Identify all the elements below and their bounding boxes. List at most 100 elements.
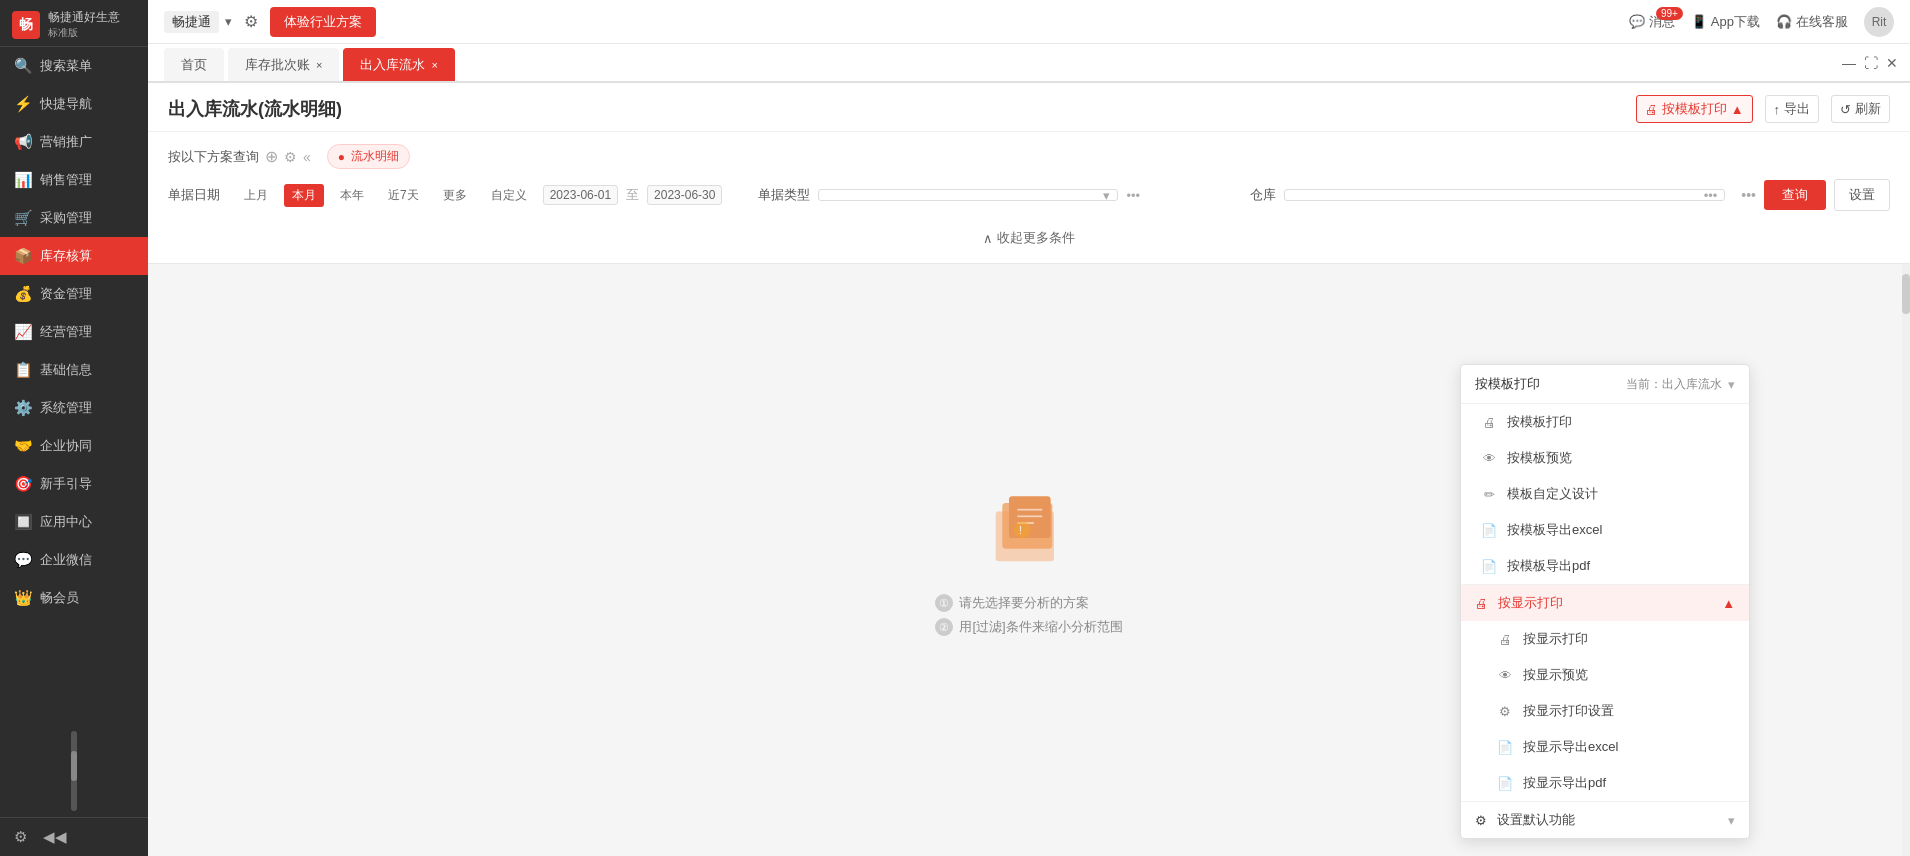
message-icon: 💬: [1629, 14, 1645, 29]
date-btn-this-year[interactable]: 本年: [332, 184, 372, 207]
display-print-header[interactable]: 🖨 按显示打印 ▲: [1461, 585, 1749, 621]
query-settings-area: ••• 查询 设置: [1741, 179, 1890, 211]
dropdown-item-label: 按模板打印: [1507, 413, 1572, 431]
dropdown-template-export-pdf[interactable]: 📄 按模板导出pdf: [1461, 548, 1749, 584]
date-btn-this-month[interactable]: 本月: [284, 184, 324, 207]
sidebar-item-apps[interactable]: 🔲 应用中心: [0, 503, 148, 541]
right-scrollbar[interactable]: [1902, 264, 1910, 856]
sidebar-logo-info: 畅捷通好生意 标准版: [48, 10, 120, 40]
dropdown-header-arrow[interactable]: ▾: [1728, 377, 1735, 392]
query-button[interactable]: 查询: [1764, 180, 1826, 210]
sidebar-item-partner[interactable]: 🤝 企业协同: [0, 427, 148, 465]
date-btn-custom[interactable]: 自定义: [483, 184, 535, 207]
print-dropdown-arrow[interactable]: ▲: [1731, 102, 1744, 117]
dropdown-display-export-excel[interactable]: 📄 按显示导出excel: [1461, 729, 1749, 765]
sidebar-item-finance[interactable]: 💰 资金管理: [0, 275, 148, 313]
collapse-button[interactable]: ∧ 收起更多条件: [168, 225, 1890, 251]
voucher-type-more-icon[interactable]: •••: [1126, 188, 1140, 203]
sidebar-item-label: 营销推广: [40, 133, 92, 151]
tab-expand-icon[interactable]: ⛶: [1864, 55, 1878, 71]
chat-icon: 💬: [14, 551, 32, 569]
tab-minimize-icon[interactable]: —: [1842, 55, 1856, 71]
sidebar-item-member[interactable]: 👑 畅会员: [0, 579, 148, 617]
user-dropdown-arrow[interactable]: ▾: [225, 14, 232, 29]
export-button[interactable]: ↑ 导出: [1765, 95, 1820, 123]
collapse-sidebar-icon[interactable]: ◀◀: [43, 828, 67, 846]
tab-inout-flow-close[interactable]: ×: [431, 59, 437, 71]
date-btn-last-month[interactable]: 上月: [236, 184, 276, 207]
topbar: 畅捷通 ▾ ⚙ 体验行业方案 💬 消息 99+ 📱 App下载 🎧 在线客服 R…: [148, 0, 1910, 44]
sidebar-item-search[interactable]: 🔍 搜索菜单: [0, 47, 148, 85]
date-from-input[interactable]: 2023-06-01: [543, 185, 618, 205]
warehouse-arrow: •••: [1704, 188, 1718, 203]
display-pdf-icon: 📄: [1497, 775, 1513, 791]
sidebar-item-wechat[interactable]: 💬 企业微信: [0, 541, 148, 579]
date-btn-7days[interactable]: 近7天: [380, 184, 427, 207]
username-display[interactable]: 畅捷通: [164, 11, 219, 33]
sidebar-item-purchase[interactable]: 🛒 采购管理: [0, 199, 148, 237]
dropdown-template-export-excel[interactable]: 📄 按模板导出excel: [1461, 512, 1749, 548]
trial-button[interactable]: 体验行业方案: [270, 7, 376, 37]
voucher-type-label: 单据类型: [758, 186, 810, 204]
empty-step-1: ① 请先选择要分析的方案: [935, 594, 1122, 612]
filter-settings-icon[interactable]: ⚙: [284, 149, 297, 165]
search-icon: 🔍: [14, 57, 32, 75]
sidebar-item-guide[interactable]: 🎯 新手引导: [0, 465, 148, 503]
collapse-arrow-icon: ∧: [983, 231, 993, 246]
footer-content: ⚙ 设置默认功能: [1475, 811, 1575, 829]
date-to-input[interactable]: 2023-06-30: [647, 185, 722, 205]
warehouse-select[interactable]: [1284, 189, 1725, 201]
voucher-type-select[interactable]: [818, 189, 1118, 201]
handshake-icon: 🤝: [14, 437, 32, 455]
refresh-button[interactable]: ↺ 刷新: [1831, 95, 1890, 123]
tab-batch-accounts[interactable]: 库存批次账 ×: [228, 48, 339, 81]
sidebar-item-operations[interactable]: 📈 经营管理: [0, 313, 148, 351]
scrollbar-thumb[interactable]: [1902, 274, 1910, 314]
dropdown-template-print[interactable]: 🖨 按模板打印: [1461, 404, 1749, 440]
filter-collapse-icon[interactable]: «: [303, 149, 311, 165]
sidebar-item-marketing[interactable]: 📢 营销推广: [0, 123, 148, 161]
settings-button[interactable]: 设置: [1834, 179, 1890, 211]
sidebar-item-label: 经营管理: [40, 323, 92, 341]
tab-batch-accounts-label: 库存批次账: [245, 56, 310, 74]
dropdown-item-label: 按模板导出pdf: [1507, 557, 1590, 575]
page-title: 出入库流水(流水明细): [168, 97, 342, 121]
tab-close-window-icon[interactable]: ✕: [1886, 55, 1898, 71]
settings-bottom-icon[interactable]: ⚙: [14, 828, 27, 846]
dropdown-display-print-settings[interactable]: ⚙ 按显示打印设置: [1461, 693, 1749, 729]
display-print-header-label: 按显示打印: [1498, 594, 1563, 612]
sidebar-item-sales[interactable]: 📊 销售管理: [0, 161, 148, 199]
app-download-action[interactable]: 📱 App下载: [1691, 13, 1760, 31]
user-avatar[interactable]: Rit: [1864, 7, 1894, 37]
sidebar-item-basic[interactable]: 📋 基础信息: [0, 351, 148, 389]
collapse-row: ∧ 收起更多条件: [168, 221, 1890, 251]
date-btn-more[interactable]: 更多: [435, 184, 475, 207]
tab-home[interactable]: 首页: [164, 48, 224, 81]
online-service-action[interactable]: 🎧 在线客服: [1776, 13, 1848, 31]
dropdown-display-preview[interactable]: 👁 按显示预览: [1461, 657, 1749, 693]
filter-tag-dot: ●: [338, 150, 345, 164]
tab-batch-accounts-close[interactable]: ×: [316, 59, 322, 71]
page-header-actions: 🖨 按模板打印 ▲ ↑ 导出 ↺ 刷新: [1636, 95, 1890, 123]
tab-inout-flow[interactable]: 出入库流水 ×: [343, 48, 454, 81]
dropdown-display-print[interactable]: 🖨 按显示打印: [1461, 621, 1749, 657]
filter-add-icon[interactable]: ⊕: [265, 147, 278, 166]
dropdown-footer[interactable]: ⚙ 设置默认功能 ▾: [1461, 801, 1749, 838]
dropdown-item-label: 按显示预览: [1523, 666, 1588, 684]
user-area: 畅捷通 ▾: [164, 11, 232, 33]
sidebar-item-system[interactable]: ⚙️ 系统管理: [0, 389, 148, 427]
print-template-button[interactable]: 🖨 按模板打印 ▲: [1636, 95, 1753, 123]
filter-scheme-label: 按以下方案查询 ⊕ ⚙ «: [168, 147, 311, 166]
query-more-icon[interactable]: •••: [1741, 187, 1756, 203]
dropdown-template-custom[interactable]: ✏ 模板自定义设计: [1461, 476, 1749, 512]
sidebar-item-inventory[interactable]: 📦 库存核算: [0, 237, 148, 275]
message-action[interactable]: 💬 消息 99+: [1629, 13, 1675, 31]
sidebar-item-quick-nav[interactable]: ⚡ 快捷导航: [0, 85, 148, 123]
dropdown-display-export-pdf[interactable]: 📄 按显示导出pdf: [1461, 765, 1749, 801]
dropdown-template-preview[interactable]: 👁 按模板预览: [1461, 440, 1749, 476]
topbar-gear-icon[interactable]: ⚙: [244, 12, 258, 31]
dropdown-item-label: 按显示导出pdf: [1523, 774, 1606, 792]
sidebar-item-label: 基础信息: [40, 361, 92, 379]
dropdown-item-label: 模板自定义设计: [1507, 485, 1598, 503]
filter-tag[interactable]: ● 流水明细: [327, 144, 410, 169]
